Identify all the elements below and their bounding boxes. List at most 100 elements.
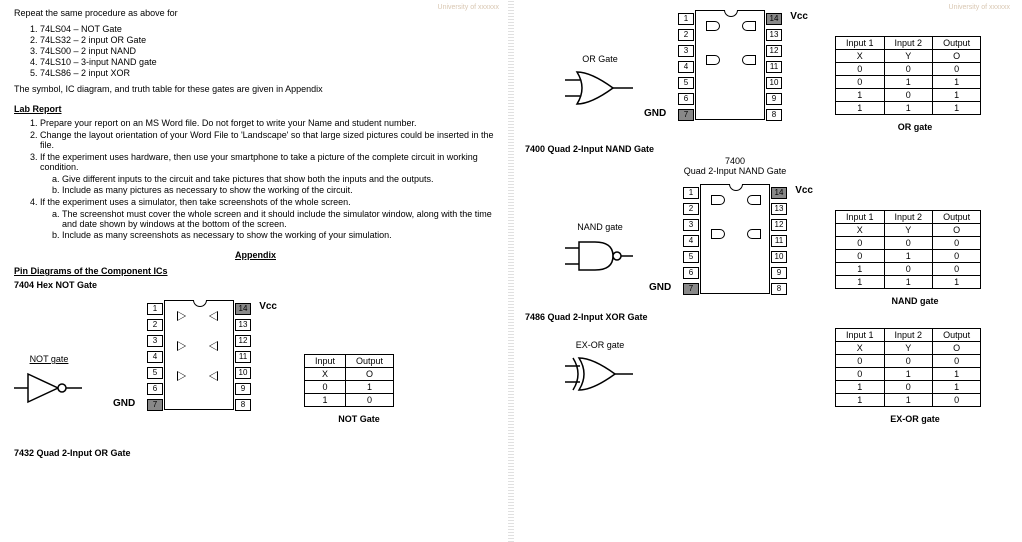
or-gate-label: OR Gate <box>565 54 635 64</box>
th: Input 2 <box>884 329 933 342</box>
td: Y <box>884 224 933 237</box>
report-item-text: If the experiment uses hardware, then us… <box>40 152 478 172</box>
td: 1 <box>836 89 885 102</box>
td: 0 <box>346 394 394 407</box>
chip-pin: 12 <box>235 335 251 347</box>
chip-pin: 7 <box>683 283 699 295</box>
td: 1 <box>346 381 394 394</box>
chip-pin: 8 <box>235 399 251 411</box>
xor-diagram-block: EX-OR gate Input 1Input 2Output XYO 000 … <box>525 326 1008 456</box>
chip-pin: 6 <box>683 267 699 279</box>
chip-inner-icon <box>705 189 765 289</box>
td: 1 <box>884 250 933 263</box>
chip-pin: 8 <box>771 283 787 295</box>
th: Input 1 <box>836 329 885 342</box>
report-item: Prepare your report on an MS Word file. … <box>40 118 497 128</box>
ic-7432-title: 7432 Quad 2-Input OR Gate <box>14 448 497 458</box>
td: 1 <box>933 381 981 394</box>
td: 0 <box>836 355 885 368</box>
td: 0 <box>884 355 933 368</box>
ic-7404-title: 7404 Hex NOT Gate <box>14 280 497 290</box>
td: O <box>933 342 981 355</box>
td: 1 <box>884 394 933 407</box>
td: 1 <box>933 76 981 89</box>
th: Input 1 <box>836 211 885 224</box>
or-table-caption: OR gate <box>835 122 995 132</box>
nand-gate-label: NAND gate <box>565 222 635 232</box>
vcc-label: Vcc <box>795 185 813 196</box>
chip-inner-icon <box>169 305 229 405</box>
chip-pin: 10 <box>766 77 782 89</box>
td: 1 <box>836 276 885 289</box>
td: 0 <box>933 63 981 76</box>
report-item: Change the layout orientation of your Wo… <box>40 130 497 150</box>
td: O <box>346 368 394 381</box>
td: 0 <box>836 237 885 250</box>
td: 0 <box>933 355 981 368</box>
td: 0 <box>836 76 885 89</box>
ic-7400-title: 7400 Quad 2-Input NAND Gate <box>525 144 1008 154</box>
chip-pin: 6 <box>147 383 163 395</box>
gate-list: 74LS04 – NOT Gate 74LS32 – 2 input OR Ga… <box>40 24 497 78</box>
td: X <box>836 224 885 237</box>
td: 0 <box>933 250 981 263</box>
or-gate-symbol-wrap: OR Gate <box>565 54 635 112</box>
td: 1 <box>933 89 981 102</box>
chip-pin: 14 <box>766 13 782 25</box>
td: 0 <box>836 368 885 381</box>
th: Output <box>933 211 981 224</box>
chip-pin: 10 <box>771 251 787 263</box>
intro-text: Repeat the same procedure as above for <box>14 8 497 18</box>
td: 1 <box>884 102 933 115</box>
td: Y <box>884 342 933 355</box>
td: 1 <box>836 394 885 407</box>
chip-pin: 9 <box>771 267 787 279</box>
th: Input 2 <box>884 211 933 224</box>
th: Input <box>305 355 346 368</box>
chip-pin: 12 <box>766 45 782 57</box>
chip-pin: 11 <box>766 61 782 73</box>
vcc-label: Vcc <box>259 301 277 312</box>
td: 0 <box>884 263 933 276</box>
td: 0 <box>884 89 933 102</box>
or-truth-table: Input 1Input 2Output XYO 000 011 101 111 <box>835 36 981 115</box>
chip-pin: 1 <box>147 303 163 315</box>
report-item: If the experiment uses hardware, then us… <box>40 152 497 195</box>
td: X <box>836 50 885 63</box>
nand-truth-table: Input 1Input 2Output XYO 000 010 100 111 <box>835 210 981 289</box>
lab-report-heading: Lab Report <box>14 104 497 114</box>
gnd-label: GND <box>113 398 135 409</box>
ic-7400-chip: 1 2 3 4 5 6 7 14 13 12 11 10 9 8 Vcc GND <box>700 184 770 294</box>
td: 0 <box>836 250 885 263</box>
report-subitem: Include as many screenshots as necessary… <box>62 230 497 240</box>
chip-inner-icon <box>700 15 760 115</box>
chip-pin: 2 <box>147 319 163 331</box>
gate-list-item: 74LS04 – NOT Gate <box>40 24 497 34</box>
chip-pin: 5 <box>683 251 699 263</box>
not-gate-icon <box>14 366 84 410</box>
th: Output <box>933 329 981 342</box>
chip-7400-super2: Quad 2-Input NAND Gate <box>665 166 805 176</box>
chip-pin: 3 <box>683 219 699 231</box>
td: 0 <box>933 237 981 250</box>
chip-pin: 1 <box>678 13 694 25</box>
td: X <box>305 368 346 381</box>
gate-list-item: 74LS10 – 3-input NAND gate <box>40 57 497 67</box>
vcc-label: Vcc <box>790 11 808 22</box>
not-table-caption: NOT Gate <box>304 414 414 424</box>
ic-7404-chip: 1 2 3 4 5 6 7 14 13 12 11 10 9 8 Vcc GND <box>164 300 234 410</box>
ic-7432-chip: 1 2 3 4 5 6 7 14 13 12 11 10 9 8 Vcc GND <box>695 10 765 120</box>
chip-pin: 4 <box>147 351 163 363</box>
nand-gate-symbol-wrap: NAND gate <box>565 222 635 280</box>
chip-pin: 13 <box>771 203 787 215</box>
td: 1 <box>884 368 933 381</box>
not-diagram-block: NOT gate 1 2 3 4 5 6 7 <box>14 294 497 444</box>
td: 0 <box>933 263 981 276</box>
td: 1 <box>933 368 981 381</box>
td: Y <box>884 50 933 63</box>
xor-table-caption: EX-OR gate <box>835 414 995 424</box>
chip-pin: 4 <box>683 235 699 247</box>
th: Input 2 <box>884 37 933 50</box>
watermark: University of xxxxxx <box>438 4 499 11</box>
chip-pin: 5 <box>147 367 163 379</box>
